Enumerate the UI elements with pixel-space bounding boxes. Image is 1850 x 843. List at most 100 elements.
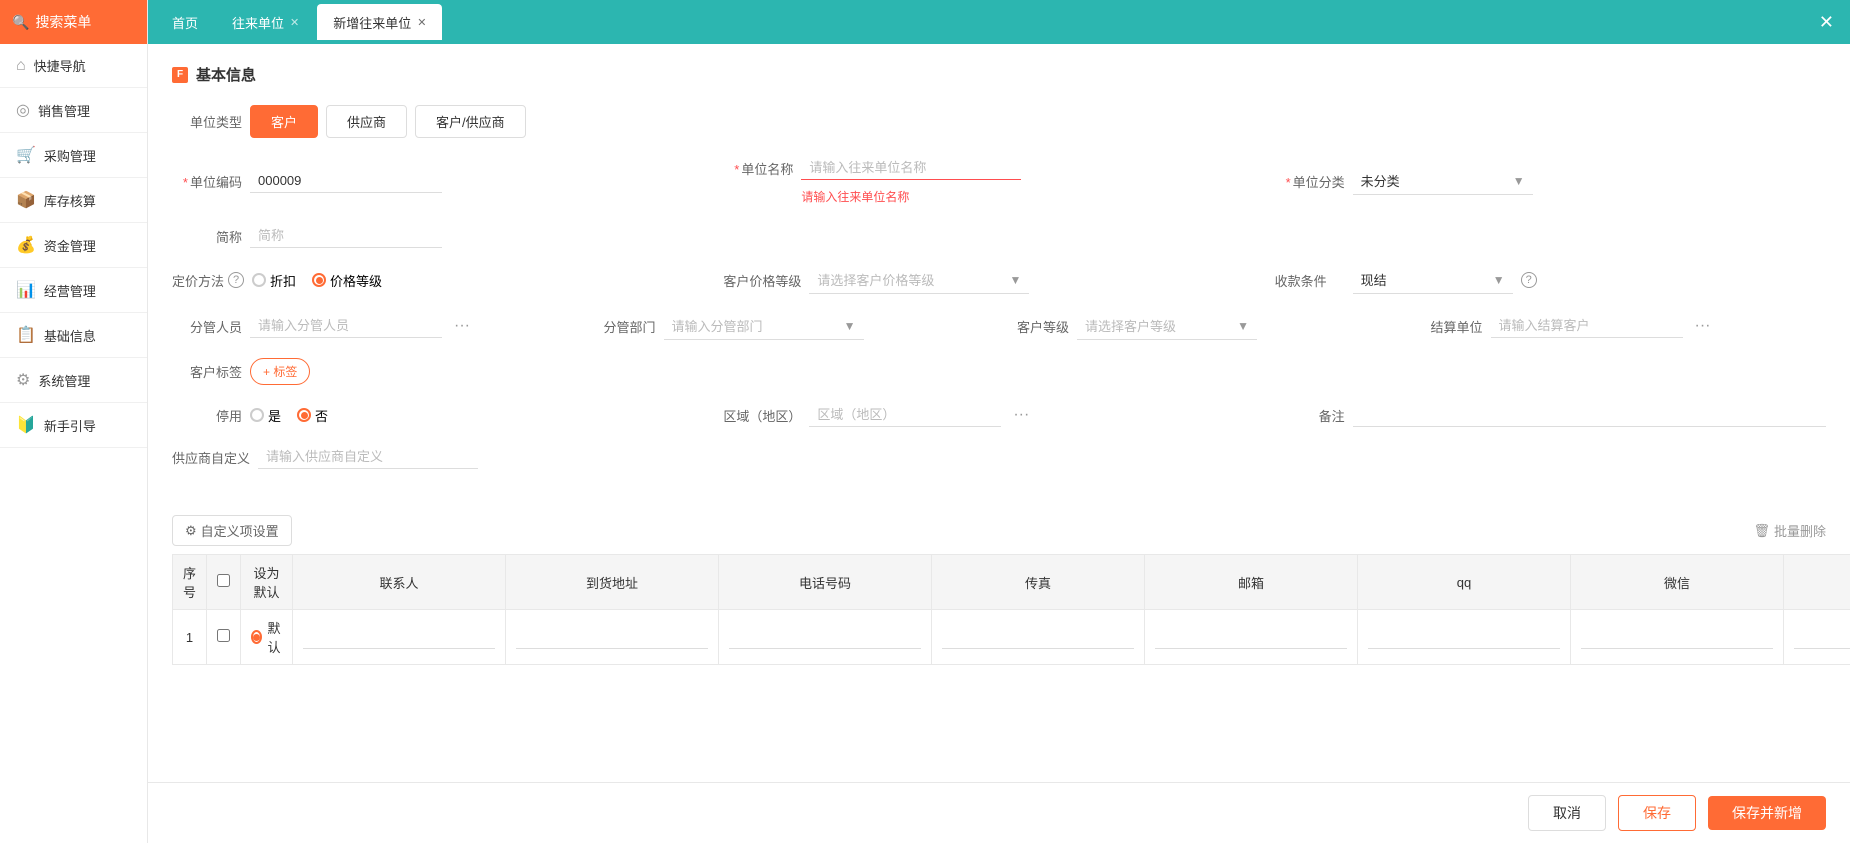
unit-category-label: *单位分类	[1275, 172, 1345, 191]
radio-discount-circle	[252, 273, 266, 287]
radio-discount[interactable]: 折扣	[252, 271, 296, 290]
radio-price-level[interactable]: 价格等级	[312, 271, 382, 290]
row-checkbox[interactable]	[217, 629, 230, 642]
region-input[interactable]	[809, 403, 1001, 427]
cell-location	[1784, 610, 1850, 665]
unit-name-input[interactable]	[801, 156, 1021, 180]
contact-input[interactable]	[303, 625, 495, 649]
table-toolbar: ⚙ 自定义项设置 🗑 批量删除	[172, 515, 1826, 546]
manager-dots-btn[interactable]: ···	[450, 317, 474, 335]
purchase-icon: 🛒	[16, 145, 36, 165]
table-section: ⚙ 自定义项设置 🗑 批量删除 序号 设为默认 联系人 到货地址 电	[172, 515, 1826, 665]
sidebar-item-guide[interactable]: 🔰 新手引导	[0, 403, 147, 448]
payment-terms-label: 收款条件	[1275, 271, 1345, 290]
search-icon: 🔍	[12, 14, 29, 31]
save-button[interactable]: 保存	[1618, 795, 1696, 831]
wechat-input[interactable]	[1581, 625, 1773, 649]
pricing-help-icon[interactable]: ?	[228, 272, 244, 288]
unit-type-row: 单位类型 客户 供应商 客户/供应商	[172, 105, 1826, 138]
col-contact: 联系人	[293, 555, 506, 610]
cancel-button[interactable]: 取消	[1528, 795, 1606, 831]
unit-type-supplier-btn[interactable]: 供应商	[326, 105, 407, 138]
add-tag-btn[interactable]: + 标签	[250, 358, 310, 385]
unit-category-select[interactable]: 未分类 ▼	[1353, 167, 1533, 195]
unit-code-field: *单位编码	[172, 169, 723, 193]
col-default: 设为默认	[241, 555, 293, 610]
col-fax: 传真	[932, 555, 1145, 610]
contacts-table: 序号 设为默认 联系人 到货地址 电话号码 传真 邮箱 qq 微信 所在地区 操…	[172, 554, 1850, 665]
settlement-dots-btn[interactable]: ···	[1691, 317, 1715, 335]
phone-input[interactable]	[729, 625, 921, 649]
unit-type-both-btn[interactable]: 客户/供应商	[415, 105, 526, 138]
row-default-radio[interactable]: 默认	[251, 618, 282, 656]
address-input[interactable]	[516, 625, 708, 649]
cell-default: 默认	[241, 610, 293, 665]
short-name-input[interactable]	[250, 224, 442, 248]
settlement-unit-field: 结算单位 ···	[1413, 314, 1827, 338]
tab-home[interactable]: 首页	[156, 4, 214, 40]
sidebar-item-basic-info[interactable]: 📋 基础信息	[0, 313, 147, 358]
finance-icon: 💰	[16, 235, 36, 255]
region-label: 区域（地区）	[723, 406, 801, 425]
customer-level-select[interactable]: 请选择客户等级 ▼	[1077, 312, 1257, 340]
radio-disabled-yes[interactable]: 是	[250, 406, 281, 425]
sidebar-item-inventory[interactable]: 📦 库存核算	[0, 178, 147, 223]
search-menu-btn[interactable]: 🔍 搜索菜单	[0, 0, 147, 44]
chevron-down-icon5: ▼	[1237, 319, 1249, 333]
customer-tag-field: 客户标签 + 标签	[172, 358, 1826, 385]
department-label: 分管部门	[586, 317, 656, 336]
sidebar-item-label: 库存核算	[44, 191, 96, 210]
tab-bar-close-btn[interactable]: ✕	[1811, 8, 1842, 37]
fax-input[interactable]	[942, 625, 1134, 649]
unit-category-field: *单位分类 未分类 ▼	[1275, 167, 1826, 195]
batch-delete-label: 批量删除	[1774, 521, 1826, 540]
sales-icon: ◎	[16, 100, 30, 120]
tab-contacts-close[interactable]: ✕	[290, 16, 299, 29]
short-name-label: 简称	[172, 227, 242, 246]
unit-code-input[interactable]	[250, 169, 442, 193]
customer-price-level-label: 客户价格等级	[723, 271, 801, 290]
sidebar-item-label: 系统管理	[38, 371, 90, 390]
manager-input[interactable]	[250, 314, 442, 338]
radio-disabled-no[interactable]: 否	[297, 406, 328, 425]
save-new-button[interactable]: 保存并新增	[1708, 796, 1826, 830]
customer-price-level-select[interactable]: 请选择客户价格等级 ▼	[809, 266, 1029, 294]
remarks-input[interactable]	[1353, 403, 1826, 427]
customer-level-field: 客户等级 请选择客户等级 ▼	[999, 312, 1413, 340]
payment-help-icon[interactable]: ?	[1521, 272, 1537, 288]
tab-new-contact[interactable]: 新增往来单位 ✕	[317, 4, 442, 40]
unit-type-label: 单位类型	[172, 112, 242, 131]
custom-settings-btn[interactable]: ⚙ 自定义项设置	[172, 515, 292, 546]
tab-contacts[interactable]: 往来单位 ✕	[216, 4, 315, 40]
payment-terms-select[interactable]: 现结 ▼	[1353, 266, 1513, 294]
customer-tag-label: 客户标签	[172, 362, 242, 381]
unit-type-customer-btn[interactable]: 客户	[250, 105, 318, 138]
sidebar-item-sales[interactable]: ◎ 销售管理	[0, 88, 147, 133]
region-dots-btn[interactable]: ···	[1009, 406, 1033, 424]
sidebar-item-purchase[interactable]: 🛒 采购管理	[0, 133, 147, 178]
radio-disabled-no-circle	[297, 408, 311, 422]
department-select[interactable]: 请输入分管部门 ▼	[664, 312, 864, 340]
sidebar-item-finance[interactable]: 💰 资金管理	[0, 223, 147, 268]
sidebar-item-operations[interactable]: 📊 经营管理	[0, 268, 147, 313]
col-phone: 电话号码	[719, 555, 932, 610]
batch-delete-btn[interactable]: 🗑 批量删除	[1753, 521, 1826, 540]
sidebar-item-system[interactable]: ⚙ 系统管理	[0, 358, 147, 403]
tab-new-contact-close[interactable]: ✕	[417, 16, 426, 29]
email-input[interactable]	[1155, 625, 1347, 649]
location-input[interactable]	[1794, 625, 1850, 649]
supplier-custom-input[interactable]	[258, 445, 478, 469]
header-checkbox[interactable]	[217, 574, 230, 587]
chevron-down-icon3: ▼	[1493, 273, 1505, 287]
table-header-row: 序号 设为默认 联系人 到货地址 电话号码 传真 邮箱 qq 微信 所在地区 操…	[173, 555, 1850, 610]
cell-qq	[1358, 610, 1571, 665]
section-title: 基本信息	[196, 64, 256, 85]
sidebar-item-quick-nav[interactable]: ⌂ 快捷导航	[0, 44, 147, 88]
qq-input[interactable]	[1368, 625, 1560, 649]
sidebar-item-label: 快捷导航	[34, 56, 86, 75]
manager-field: 分管人员 ···	[172, 314, 586, 338]
settlement-unit-input[interactable]	[1491, 314, 1683, 338]
sidebar-item-label: 经营管理	[44, 281, 96, 300]
cell-contact	[293, 610, 506, 665]
pricing-row: 定价方法 ? 折扣 价格等级	[172, 266, 1826, 294]
